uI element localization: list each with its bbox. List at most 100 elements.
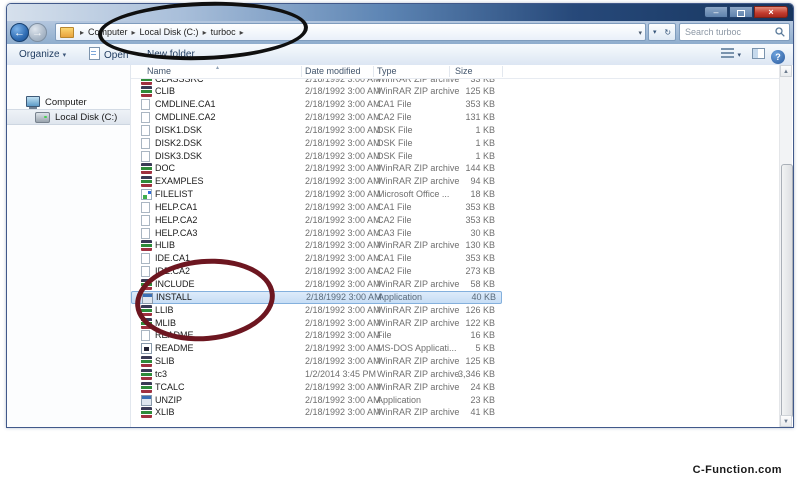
file-icon [141, 151, 150, 162]
file-name: CMDLINE.CA1 [155, 98, 216, 111]
table-row[interactable]: IDE.CA12/18/1992 3:00 AMCA1 File353 KB [131, 252, 502, 265]
table-row[interactable]: FILELIST2/18/1992 3:00 AMMicrosoft Offic… [131, 188, 502, 201]
file-name: FILELIST [155, 188, 193, 201]
file-size: 131 KB [431, 111, 495, 124]
sidebar-item-computer[interactable]: Computer [7, 95, 130, 109]
back-button[interactable]: ← [10, 23, 29, 42]
table-row[interactable]: MLIB2/18/1992 3:00 AMWinRAR ZIP archive1… [131, 317, 502, 330]
file-icon [141, 215, 150, 226]
file-size: 130 KB [431, 239, 495, 252]
file-type: Application [378, 292, 422, 303]
file-size: 3,346 KB [431, 368, 495, 381]
search-input[interactable] [679, 23, 790, 41]
table-row[interactable]: INSTALL2/18/1992 3:00 AMApplication40 KB [131, 291, 502, 304]
file-icon [141, 228, 150, 239]
table-row[interactable]: HELP.CA22/18/1992 3:00 AMCA2 File353 KB [131, 214, 502, 227]
breadcrumb-items: ▸Computer▸Local Disk (C:)▸turboc▸ [76, 27, 248, 37]
table-row[interactable]: DOC2/18/1992 3:00 AMWinRAR ZIP archive14… [131, 162, 502, 175]
breadcrumb-item[interactable]: Local Disk (C:) [140, 27, 199, 37]
table-row[interactable]: README2/18/1992 3:00 AMFile16 KB [131, 329, 502, 342]
column-headers: ▴ Name Date modified Type Size [131, 65, 779, 79]
scrollbar-thumb[interactable] [781, 164, 793, 418]
file-size: 1 KB [431, 150, 495, 163]
maximize-button[interactable] [729, 6, 753, 18]
table-row[interactable]: README2/18/1992 3:00 AMMS-DOS Applicati.… [131, 342, 502, 355]
close-button[interactable]: × [754, 6, 788, 18]
breadcrumb-item[interactable]: turboc [211, 27, 236, 37]
breadcrumb-separator-icon: ▸ [132, 28, 136, 37]
minimize-button[interactable]: – [704, 6, 728, 18]
file-date-modified: 2/18/1992 3:00 AM [305, 124, 381, 137]
refresh-icon[interactable]: ↻ [664, 28, 671, 37]
file-name: DISK1.DSK [155, 124, 202, 137]
column-divider[interactable] [301, 66, 302, 77]
file-date-modified: 2/18/1992 3:00 AM [305, 381, 381, 394]
table-row[interactable]: XLIB2/18/1992 3:00 AMWinRAR ZIP archive4… [131, 406, 502, 419]
file-date-modified: 2/18/1992 3:00 AM [305, 175, 381, 188]
column-header-size[interactable]: Size [455, 66, 473, 76]
preview-pane-icon [752, 48, 765, 59]
column-divider[interactable] [373, 66, 374, 77]
table-row[interactable]: SLIB2/18/1992 3:00 AMWinRAR ZIP archive1… [131, 355, 502, 368]
file-date-modified: 2/18/1992 3:00 AM [305, 406, 381, 419]
table-row[interactable]: DISK3.DSK2/18/1992 3:00 AMDSK File1 KB [131, 150, 502, 163]
breadcrumb[interactable]: ▸Computer▸Local Disk (C:)▸turboc▸ ▾ [55, 23, 646, 41]
new-folder-button[interactable]: New folder [147, 47, 195, 62]
scroll-down-icon[interactable]: ▼ [780, 415, 792, 427]
column-header-date-modified[interactable]: Date modified [305, 66, 361, 76]
file-size: 126 KB [431, 304, 495, 317]
breadcrumb-dropdown-icon[interactable]: ▾ [638, 29, 642, 37]
file-name: HELP.CA1 [155, 201, 197, 214]
file-size: 144 KB [431, 162, 495, 175]
zip-archive-icon [141, 305, 152, 316]
table-row[interactable]: CMDLINE.CA22/18/1992 3:00 AMCA2 File131 … [131, 111, 502, 124]
views-button[interactable]: ▾ [721, 47, 741, 62]
table-row[interactable]: IDE.CA22/18/1992 3:00 AMCA2 File273 KB [131, 265, 502, 278]
file-name: tc3 [155, 368, 167, 381]
file-date-modified: 2/18/1992 3:00 AM [305, 214, 381, 227]
table-row[interactable]: tc31/2/2014 3:45 PMWinRAR ZIP archive3,3… [131, 368, 502, 381]
table-row[interactable]: CLIB2/18/1992 3:00 AMWinRAR ZIP archive1… [131, 85, 502, 98]
explorer-window: – × ← → ▸Computer▸Local Disk (C:)▸turboc… [6, 3, 794, 428]
title-bar: – × [7, 4, 793, 21]
views-list-icon [721, 48, 734, 58]
sidebar-item-label: Local Disk (C:) [55, 112, 117, 123]
table-row[interactable]: EXAMPLES2/18/1992 3:00 AMWinRAR ZIP arch… [131, 175, 502, 188]
table-row[interactable]: UNZIP2/18/1992 3:00 AMApplication23 KB [131, 394, 502, 407]
sidebar-item-local-disk[interactable]: Local Disk (C:) [7, 109, 130, 125]
column-header-name[interactable]: Name [147, 66, 171, 76]
organize-button[interactable]: Organize▾ [19, 47, 66, 62]
open-button[interactable]: Open [89, 47, 128, 62]
file-type: CA2 File [377, 214, 412, 227]
chevron-down-icon[interactable]: ▾ [653, 28, 657, 36]
table-row[interactable]: HLIB2/18/1992 3:00 AMWinRAR ZIP archive1… [131, 239, 502, 252]
table-row[interactable]: HELP.CA12/18/1992 3:00 AMCA1 File353 KB [131, 201, 502, 214]
table-row[interactable]: TCALC2/18/1992 3:00 AMWinRAR ZIP archive… [131, 381, 502, 394]
zip-archive-icon [141, 163, 152, 174]
column-divider[interactable] [449, 66, 450, 77]
vertical-scrollbar[interactable]: ▲ ▼ [779, 65, 792, 427]
search-icon [775, 27, 785, 37]
file-name: LLIB [155, 304, 174, 317]
table-row[interactable]: DISK1.DSK2/18/1992 3:00 AMDSK File1 KB [131, 124, 502, 137]
forward-button[interactable]: → [28, 23, 47, 42]
column-divider[interactable] [502, 66, 503, 77]
file-type: DSK File [377, 124, 413, 137]
file-size: 353 KB [431, 98, 495, 111]
column-header-type[interactable]: Type [377, 66, 397, 76]
table-row[interactable]: INCLUDE2/18/1992 3:00 AMWinRAR ZIP archi… [131, 278, 502, 291]
help-button[interactable]: ? [771, 47, 785, 62]
table-row[interactable]: CLASSSRC2/18/1992 3:00 AMWinRAR ZIP arch… [131, 78, 502, 85]
table-row[interactable]: LLIB2/18/1992 3:00 AMWinRAR ZIP archive1… [131, 304, 502, 317]
table-row[interactable]: CMDLINE.CA12/18/1992 3:00 AMCA1 File353 … [131, 98, 502, 111]
file-date-modified: 2/18/1992 3:00 AM [306, 292, 382, 303]
preview-pane-button[interactable] [752, 47, 765, 62]
file-date-modified: 2/18/1992 3:00 AM [305, 394, 381, 407]
breadcrumb-item[interactable]: Computer [88, 27, 128, 37]
file-name: INCLUDE [155, 278, 195, 291]
file-size: 94 KB [431, 175, 495, 188]
table-row[interactable]: HELP.CA32/18/1992 3:00 AMCA3 File30 KB [131, 227, 502, 240]
scroll-up-icon[interactable]: ▲ [780, 65, 792, 77]
app-icon [142, 293, 153, 304]
table-row[interactable]: DISK2.DSK2/18/1992 3:00 AMDSK File1 KB [131, 137, 502, 150]
